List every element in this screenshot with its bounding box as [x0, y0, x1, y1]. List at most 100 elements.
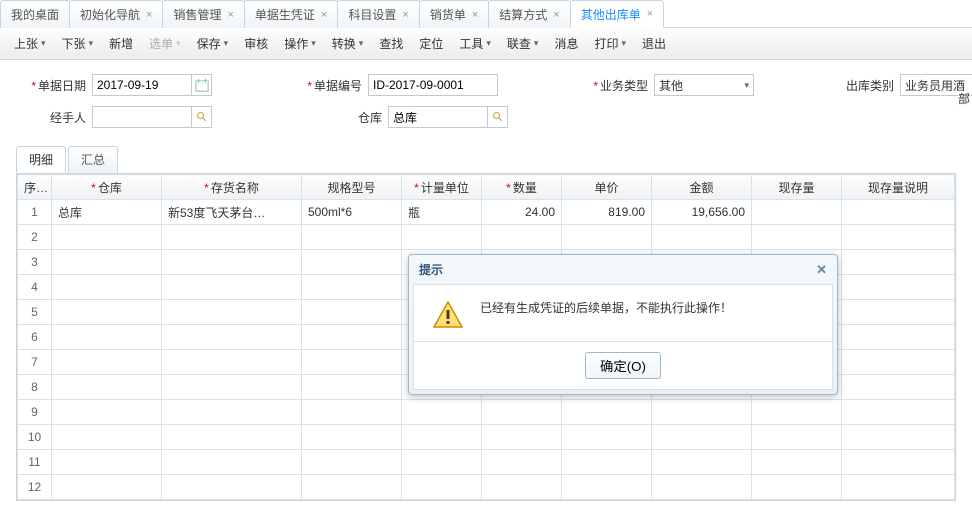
cell-seq: 10	[18, 425, 52, 450]
tab-1[interactable]: 初始化导航×	[69, 0, 163, 28]
table-row[interactable]: 2	[18, 225, 955, 250]
detail-tabs: 明细 汇总	[16, 146, 956, 174]
tab-0[interactable]: 我的桌面	[0, 0, 70, 28]
tab-7[interactable]: 其他出库单 ×	[570, 0, 664, 28]
next-button[interactable]: 下张▾	[62, 35, 94, 52]
dept-label: 部	[956, 90, 972, 107]
cell-stock[interactable]	[752, 200, 842, 225]
col-amount: 金额	[652, 175, 752, 200]
cell-amount[interactable]: 19,656.00	[652, 200, 752, 225]
toolbar: 上张▾ 下张▾ 新增 选单▾ 保存▾ 审核 操作▾ 转换▾ 查找 定位 工具▾ …	[0, 28, 972, 60]
print-button[interactable]: 打印▾	[594, 35, 626, 52]
col-seq: 序号	[18, 175, 52, 200]
cell-seq: 5	[18, 300, 52, 325]
outtype-label: 出库类别	[824, 77, 894, 94]
cell-warehouse[interactable]: 总库	[52, 200, 162, 225]
close-icon[interactable]: ×	[553, 9, 559, 21]
close-icon[interactable]: ×	[227, 9, 233, 21]
biztype-select[interactable]: 其他▾	[654, 74, 754, 96]
no-input[interactable]	[368, 74, 498, 96]
warning-icon	[432, 299, 464, 331]
link-button[interactable]: 联查▾	[507, 35, 539, 52]
tab-2[interactable]: 销售管理 ×	[162, 0, 244, 28]
table-row[interactable]: 1总库新53度飞天茅台…500ml*6瓶24.00819.0019,656.00	[18, 200, 955, 225]
cell-unit[interactable]: 瓶	[402, 200, 482, 225]
cell-spec[interactable]: 500ml*6	[302, 200, 402, 225]
close-icon[interactable]: ✕	[816, 262, 827, 278]
form-area: *单据日期 *单据编号 *业务类型 其他▾ 出库类别 业务员用酒▾ 经手人	[0, 60, 972, 146]
col-price: 单价	[562, 175, 652, 200]
handler-input[interactable]	[92, 106, 192, 128]
col-warehouse: *仓库	[52, 175, 162, 200]
tab-label: 其他出库单	[581, 6, 641, 23]
date-label: *单据日期	[16, 77, 86, 94]
search-icon[interactable]	[488, 106, 508, 128]
cell-seq: 9	[18, 400, 52, 425]
alert-dialog: 提示 ✕ 已经有生成凭证的后续单据，不能执行此操作！ 确定(O)	[408, 254, 838, 395]
action-button[interactable]: 操作▾	[284, 35, 316, 52]
table-row[interactable]: 10	[18, 425, 955, 450]
col-qty: *数量	[482, 175, 562, 200]
select-button: 选单▾	[149, 35, 181, 52]
cell-item[interactable]: 新53度飞天茅台…	[162, 200, 302, 225]
cell-seq: 11	[18, 450, 52, 475]
cell-seq: 6	[18, 325, 52, 350]
cell-price[interactable]: 819.00	[562, 200, 652, 225]
audit-button[interactable]: 审核	[244, 35, 268, 52]
app-tabs: 我的桌面初始化导航×销售管理×单据生凭证×科目设置×销货单×结算方式×其他出库单…	[0, 0, 972, 28]
no-label: *单据编号	[292, 77, 362, 94]
col-unit: *计量单位	[402, 175, 482, 200]
table-row[interactable]: 12	[18, 475, 955, 500]
query-button[interactable]: 查找	[379, 35, 403, 52]
col-stock: 现存量	[752, 175, 842, 200]
close-icon[interactable]: ×	[321, 9, 327, 21]
col-spec: 规格型号	[302, 175, 402, 200]
cell-seq: 2	[18, 225, 52, 250]
dialog-title-bar[interactable]: 提示 ✕	[409, 255, 837, 284]
dialog-message: 已经有生成凭证的后续单据，不能执行此操作！	[480, 299, 732, 318]
tab-label: 销售管理	[173, 6, 221, 23]
cell-seq: 1	[18, 200, 52, 225]
locate-button[interactable]: 定位	[419, 35, 443, 52]
col-item: *存货名称	[162, 175, 302, 200]
save-button[interactable]: 保存▾	[197, 35, 229, 52]
tools-button[interactable]: 工具▾	[459, 35, 491, 52]
cell-seq: 7	[18, 350, 52, 375]
tab-4[interactable]: 科目设置 ×	[337, 0, 419, 28]
exit-button[interactable]: 退出	[642, 35, 666, 52]
tab-label: 结算方式	[499, 6, 547, 23]
tab-detail[interactable]: 明细	[16, 146, 66, 173]
tab-label: 销货单	[430, 6, 466, 23]
grid-header: 序号 *仓库 *存货名称 规格型号 *计量单位 *数量 单价 金额 现存量 现存…	[18, 175, 955, 200]
date-input[interactable]	[92, 74, 192, 96]
message-button[interactable]: 消息	[554, 35, 578, 52]
add-button[interactable]: 新增	[109, 35, 133, 52]
convert-button[interactable]: 转换▾	[332, 35, 364, 52]
close-icon[interactable]: ×	[146, 9, 152, 21]
cell-qty[interactable]: 24.00	[482, 200, 562, 225]
cell-seq: 12	[18, 475, 52, 500]
table-row[interactable]: 9	[18, 400, 955, 425]
tab-3[interactable]: 单据生凭证 ×	[244, 0, 338, 28]
close-icon[interactable]: ×	[402, 9, 408, 21]
tab-label: 我的桌面	[11, 6, 59, 23]
close-icon[interactable]: ×	[472, 9, 478, 21]
warehouse-input[interactable]	[388, 106, 488, 128]
search-icon[interactable]	[192, 106, 212, 128]
prev-button[interactable]: 上张▾	[14, 35, 46, 52]
tab-6[interactable]: 结算方式 ×	[488, 0, 570, 28]
ok-button[interactable]: 确定(O)	[585, 352, 661, 379]
tab-label: 科目设置	[348, 6, 396, 23]
cell-seq: 8	[18, 375, 52, 400]
tab-5[interactable]: 销货单 ×	[419, 0, 489, 28]
warehouse-label: 仓库	[312, 109, 382, 126]
calendar-icon[interactable]	[192, 74, 212, 96]
tab-label: 单据生凭证	[255, 6, 315, 23]
close-icon[interactable]: ×	[647, 8, 653, 20]
table-row[interactable]: 11	[18, 450, 955, 475]
col-stocknote: 现存量说明	[842, 175, 955, 200]
cell-stocknote[interactable]	[842, 200, 955, 225]
tab-summary[interactable]: 汇总	[68, 146, 118, 173]
biztype-label: *业务类型	[578, 77, 648, 94]
cell-seq: 4	[18, 275, 52, 300]
